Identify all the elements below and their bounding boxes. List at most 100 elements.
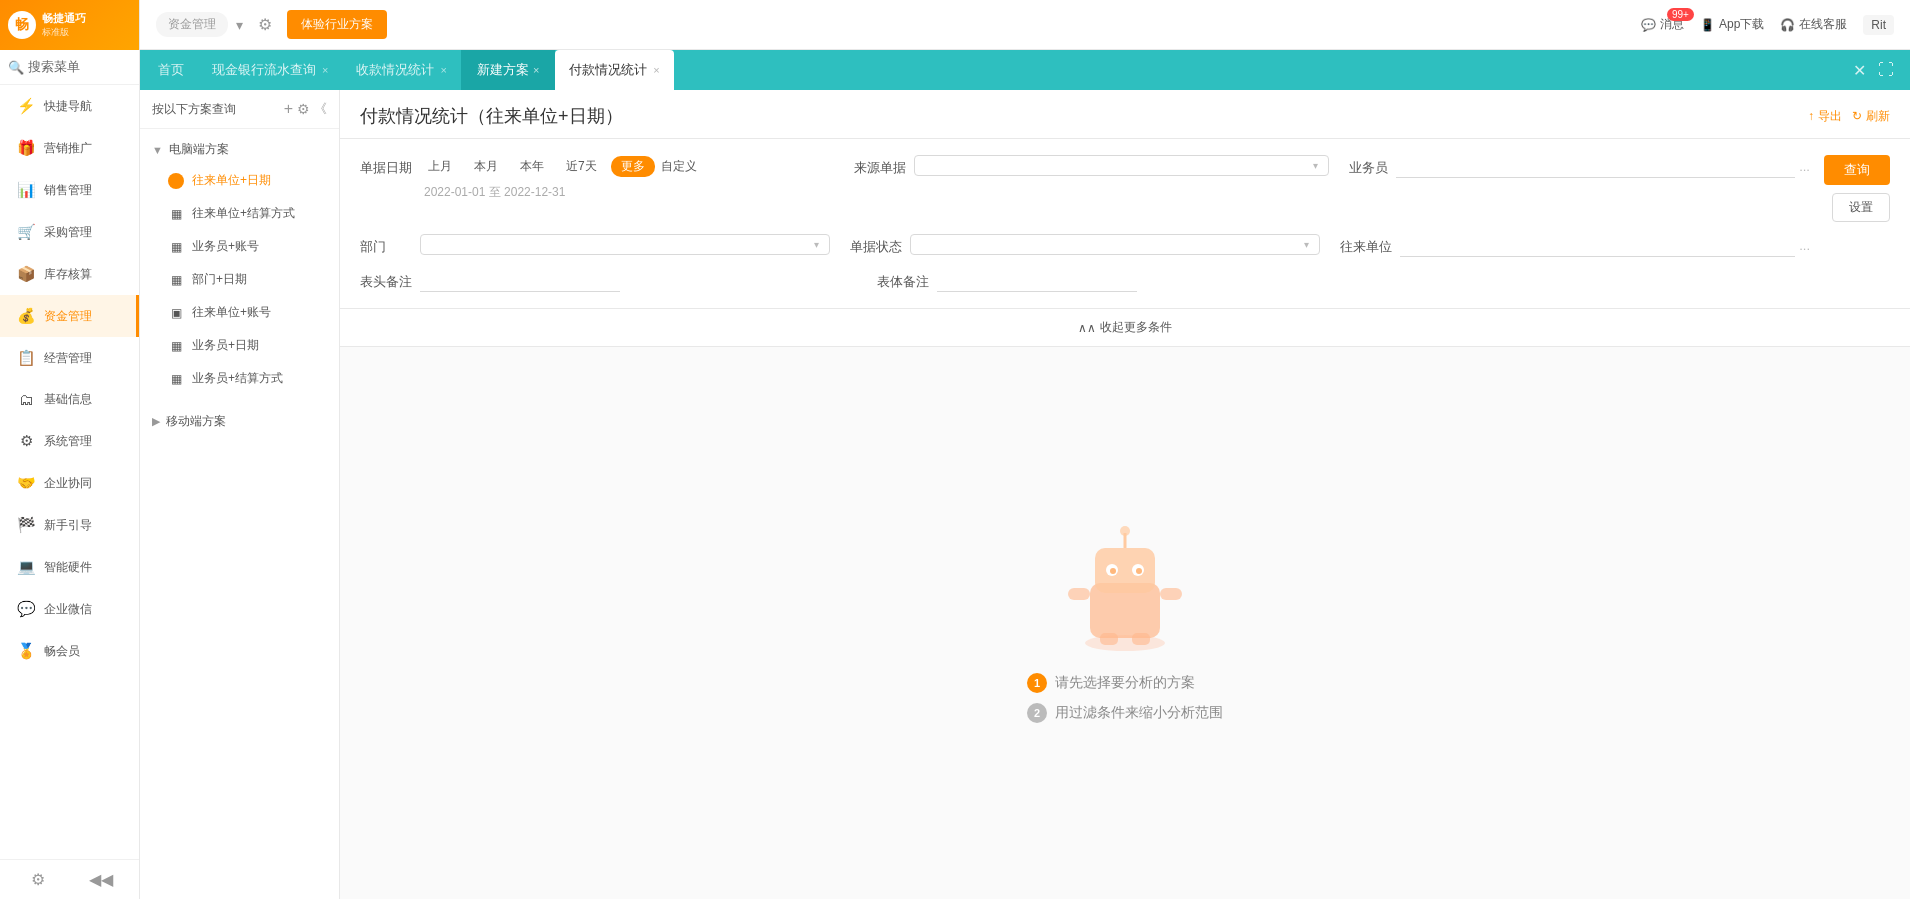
empty-area: 1 请先选择要分析的方案 2 用过滤条件来缩小分析范围 [340, 347, 1910, 899]
topbar-gear-btn[interactable]: ⚙ [251, 11, 279, 39]
sidebar-search[interactable]: 🔍 搜索菜单 [0, 50, 139, 85]
basic-icon: 🗂 [16, 391, 36, 408]
topbar-trial-btn[interactable]: 体验行业方案 [287, 10, 387, 39]
plan-partner-settle[interactable]: ▦ 往来单位+结算方式 [140, 197, 339, 230]
mobile-arrow-icon: ▶ [152, 415, 160, 428]
filter-row-3: 表头备注 表体备注 [360, 269, 1890, 292]
date-btn-last-month[interactable]: 上月 [420, 155, 460, 178]
active-indicator [168, 173, 184, 189]
tab-receipt[interactable]: 收款情况统计 × [342, 50, 460, 90]
mobile-section: ▶ 移动端方案 [140, 401, 339, 442]
topbar-breadcrumb: 资金管理 [156, 12, 228, 37]
sidebar-item-system[interactable]: ⚙ 系统管理 [0, 420, 139, 462]
tab-close-all-icon[interactable]: ✕ [1849, 57, 1870, 84]
left-panel-add-btn[interactable]: + [284, 100, 293, 118]
sidebar-settings-btn[interactable]: ⚙ [10, 870, 66, 889]
plan-partner-date[interactable]: 往来单位+日期 [140, 164, 339, 197]
tab-bank[interactable]: 现金银行流水查询 × [198, 50, 342, 90]
tab-payment-close[interactable]: × [653, 64, 659, 76]
plan-salesman-date[interactable]: ▦ 业务员+日期 [140, 329, 339, 362]
topbar-app-btn[interactable]: 📱 App下载 [1700, 16, 1764, 33]
export-btn[interactable]: ↑ 导出 [1808, 108, 1842, 125]
salesman-more-btn[interactable]: ... [1799, 159, 1810, 174]
sidebar-item-funds[interactable]: 💰 资金管理 [0, 295, 139, 337]
sidebar-item-marketing[interactable]: 🎁 营销推广 [0, 127, 139, 169]
sidebar-footer: ⚙ ◀◀ [0, 859, 139, 899]
date-btn-more[interactable]: 更多 [611, 156, 655, 177]
msg-icon: 💬 [1641, 18, 1656, 32]
tab-home[interactable]: 首页 [144, 50, 198, 90]
tab-payment[interactable]: 付款情况统计 × [555, 50, 673, 90]
page-header: 付款情况统计（往来单位+日期） ↑ 导出 ↻ 刷新 [340, 90, 1910, 139]
plan-icon: ▦ [168, 239, 184, 255]
salesman-input[interactable] [1396, 155, 1795, 178]
left-panel-actions: + ⚙ 《 [284, 100, 327, 118]
date-label: 单据日期 [360, 155, 420, 177]
plan-salesman-settle[interactable]: ▦ 业务员+结算方式 [140, 362, 339, 395]
sidebar-item-business[interactable]: 📋 经营管理 [0, 337, 139, 379]
right-panel: 付款情况统计（往来单位+日期） ↑ 导出 ↻ 刷新 单据日期 [340, 90, 1910, 899]
svg-rect-11 [1100, 633, 1118, 645]
tab-bank-close[interactable]: × [322, 64, 328, 76]
left-panel-title: 按以下方案查询 [152, 101, 236, 118]
plan-salesman-account[interactable]: ▦ 业务员+账号 [140, 230, 339, 263]
body-note-input[interactable] [937, 269, 1137, 292]
voucher-status-arrow-icon: ▾ [1304, 239, 1309, 250]
sidebar-item-hardware[interactable]: 💻 智能硬件 [0, 546, 139, 588]
tab-expand-icon[interactable]: ⛶ [1874, 57, 1898, 83]
partner-more-btn[interactable]: ... [1799, 238, 1810, 253]
sidebar-item-sales[interactable]: 📊 销售管理 [0, 169, 139, 211]
tabs-bar: 首页 现金银行流水查询 × 收款情况统计 × 新建方案 × 付款情况统计 × ✕… [140, 50, 1910, 90]
sidebar-item-basic[interactable]: 🗂 基础信息 [0, 379, 139, 420]
header-note-label: 表头备注 [360, 269, 420, 291]
tab-new-close[interactable]: × [533, 64, 539, 76]
refresh-btn[interactable]: ↻ 刷新 [1852, 108, 1890, 125]
filter-settings-btn[interactable]: 设置 [1832, 193, 1890, 222]
topbar-msg-btn[interactable]: 💬 消息 99+ [1641, 16, 1684, 33]
date-btn-this-month[interactable]: 本月 [466, 155, 506, 178]
source-label: 来源单据 [834, 155, 914, 177]
query-btn[interactable]: 查询 [1824, 155, 1890, 185]
topbar-user-avatar[interactable]: Rit [1863, 15, 1894, 35]
tab-new[interactable]: 新建方案 × [461, 50, 555, 90]
date-btn-last7[interactable]: 近7天 [558, 155, 605, 178]
sidebar-item-shortcut[interactable]: ⚡ 快捷导航 [0, 85, 139, 127]
voucher-status-label: 单据状态 [830, 234, 910, 256]
tab-receipt-close[interactable]: × [440, 64, 446, 76]
date-btn-this-year[interactable]: 本年 [512, 155, 552, 178]
plan-partner-account[interactable]: ▣ 往来单位+账号 [140, 296, 339, 329]
app-icon: 📱 [1700, 18, 1715, 32]
sidebar-item-inventory[interactable]: 📦 库存核算 [0, 253, 139, 295]
source-select[interactable]: ▾ [914, 155, 1328, 176]
left-panel-collapse-btn[interactable]: 《 [314, 100, 327, 118]
desktop-arrow-icon: ▼ [152, 144, 163, 156]
inventory-icon: 📦 [16, 265, 36, 283]
desktop-section-title[interactable]: ▼ 电脑端方案 [140, 135, 339, 164]
date-custom-btn[interactable]: 自定义 [661, 158, 697, 175]
dept-select-input[interactable]: ▾ [420, 234, 830, 255]
partner-input[interactable] [1400, 234, 1795, 257]
voucher-status-select-input[interactable]: ▾ [910, 234, 1320, 255]
header-note-input[interactable] [420, 269, 620, 292]
left-panel-header: 按以下方案查询 + ⚙ 《 [140, 90, 339, 129]
sidebar-item-corp[interactable]: 🤝 企业协同 [0, 462, 139, 504]
topbar-service-btn[interactable]: 🎧 在线客服 [1780, 16, 1847, 33]
sidebar-item-purchase[interactable]: 🛒 采购管理 [0, 211, 139, 253]
source-select-input[interactable]: ▾ [914, 155, 1328, 176]
dept-select-arrow-icon: ▾ [814, 239, 819, 250]
mobile-section-title[interactable]: ▶ 移动端方案 [140, 407, 339, 436]
plan-dept-date[interactable]: ▦ 部门+日期 [140, 263, 339, 296]
hint-num-1: 1 [1027, 673, 1047, 693]
dept-select[interactable]: ▾ [420, 234, 830, 255]
voucher-status-select[interactable]: ▾ [910, 234, 1320, 255]
refresh-icon: ↻ [1852, 109, 1862, 123]
sidebar-collapse-btn[interactable]: ◀◀ [74, 870, 130, 889]
collapse-btn[interactable]: ∧∧ 收起更多条件 [1078, 319, 1172, 336]
robot-container [1060, 523, 1190, 653]
sidebar-item-guide[interactable]: 🏁 新手引导 [0, 504, 139, 546]
sidebar: 畅 畅捷通巧 标准版 🔍 搜索菜单 ⚡ 快捷导航 🎁 营销推广 📊 销售管理 🛒… [0, 0, 140, 899]
business-icon: 📋 [16, 349, 36, 367]
left-panel-settings-btn[interactable]: ⚙ [297, 101, 310, 117]
sidebar-item-wechat[interactable]: 💬 企业微信 [0, 588, 139, 630]
sidebar-item-member[interactable]: 🏅 畅会员 [0, 630, 139, 672]
